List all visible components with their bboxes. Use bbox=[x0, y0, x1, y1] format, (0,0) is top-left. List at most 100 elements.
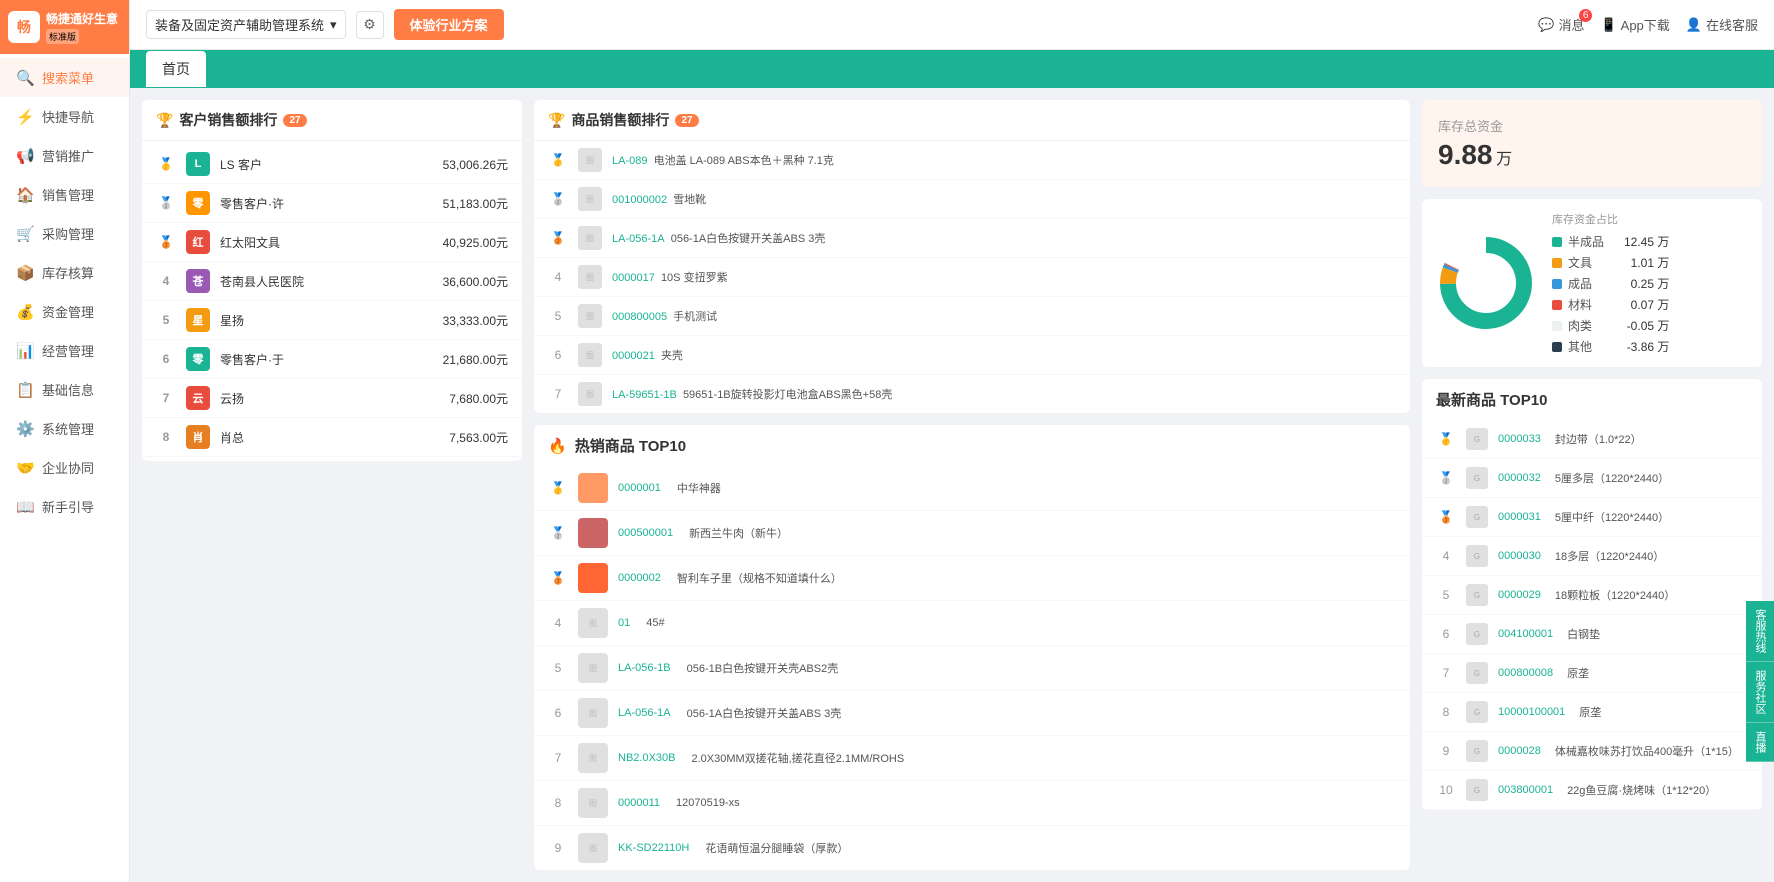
new-name: 18颗粒板（1220*2440） bbox=[1555, 587, 1748, 603]
new-product-item: 7 G 000800008 原垄 bbox=[1422, 654, 1762, 693]
nav-icon-10: 🤝 bbox=[16, 459, 34, 477]
prod-rank-num: 5 bbox=[548, 309, 568, 323]
inventory-label: 库存总资金 bbox=[1438, 116, 1746, 135]
new-name: 5厘多层（1220*2440） bbox=[1555, 470, 1748, 486]
nav-item-9[interactable]: ⚙️ 系统管理 bbox=[0, 409, 129, 448]
nav-item-11[interactable]: 📖新手引导 bbox=[0, 487, 129, 526]
gear-button[interactable]: ⚙ bbox=[356, 11, 384, 39]
new-products-card: 最新商品 TOP10 🥇 G 0000033 封边带（1.0*22） 🥈 G 0… bbox=[1422, 379, 1762, 810]
nav-icon-0: 🔍 bbox=[16, 69, 34, 87]
nav-label-6: 资金管理 bbox=[42, 302, 94, 321]
legend-area: 库存资金占比 半成品 12.45 万 文具 1.01 万 成品 0.25 万 材… bbox=[1552, 211, 1669, 355]
message-btn[interactable]: 💬 消息 6 bbox=[1538, 15, 1584, 34]
rank-avatar: 苍 bbox=[186, 269, 210, 293]
legend-dot bbox=[1552, 258, 1562, 268]
nav-icon-2: 📢 bbox=[16, 147, 34, 165]
new-name: 5厘中纤（1220*2440） bbox=[1555, 509, 1748, 525]
nav-item-5[interactable]: 📦库存核算 bbox=[0, 253, 129, 292]
nav-item-3[interactable]: 🏠销售管理 bbox=[0, 175, 129, 214]
tab-home[interactable]: 首页 bbox=[146, 51, 206, 87]
legend-dot bbox=[1552, 342, 1562, 352]
rank-amount: 7,563.00元 bbox=[449, 429, 508, 446]
trial-button[interactable]: 体验行业方案 bbox=[394, 9, 504, 40]
new-name: 封边带（1.0*22） bbox=[1555, 431, 1748, 447]
customer-rank-item: 6 零 零售客户·于 21,680.00元 bbox=[142, 340, 522, 379]
new-prod-img: G bbox=[1466, 701, 1488, 723]
hot-rank-num: 🥈 bbox=[548, 526, 568, 540]
system-name: 装备及固定资产辅助管理系统 bbox=[155, 15, 324, 34]
donut-chart bbox=[1436, 233, 1536, 333]
prod-img: 图 bbox=[578, 382, 602, 406]
message-icon: 💬 bbox=[1538, 17, 1554, 33]
app-download-btn[interactable]: 📱 App下载 bbox=[1600, 15, 1669, 34]
nav-item-4[interactable]: 🛒采购管理 bbox=[0, 214, 129, 253]
nav-icon-9: ⚙️ bbox=[16, 420, 34, 438]
prod-info: LA-056-1A 056-1A白色按键开关盖ABS 3壳 bbox=[612, 230, 1396, 246]
rank-number: 🥈 bbox=[156, 196, 176, 210]
hot-products-title: 🔥 热销商品 TOP10 bbox=[534, 425, 1410, 466]
hot-rank-num: 6 bbox=[548, 706, 568, 720]
new-rank-num: 5 bbox=[1436, 588, 1456, 602]
hot-name: 2.0X30MM双搓花轴,搓花直径2.1MM/ROHS bbox=[691, 750, 904, 766]
new-name: 原垄 bbox=[1567, 665, 1748, 681]
float-btn-1[interactable]: 服务社区 bbox=[1746, 662, 1774, 723]
nav-item-10[interactable]: 🤝企业协同 bbox=[0, 448, 129, 487]
nav-item-2[interactable]: 📢营销推广 bbox=[0, 136, 129, 175]
nav-item-6[interactable]: 💰资金管理 bbox=[0, 292, 129, 331]
hot-prod-item: 6 图 LA-056-1A 056-1A白色按键开关盖ABS 3壳 bbox=[534, 691, 1410, 736]
legend-value: 12.45 万 bbox=[1624, 233, 1669, 250]
hot-rank-num: 8 bbox=[548, 796, 568, 810]
app-icon: 📱 bbox=[1600, 17, 1616, 33]
rank-name: 零售客户·许 bbox=[220, 195, 433, 212]
new-rank-num: 🥈 bbox=[1436, 471, 1456, 485]
hot-prod-placeholder: 图 bbox=[578, 788, 608, 818]
new-products-list: 🥇 G 0000033 封边带（1.0*22） 🥈 G 0000032 5厘多层… bbox=[1422, 420, 1762, 810]
nav-item-0[interactable]: 🔍搜索菜单 bbox=[0, 58, 129, 97]
hot-name: 中华神器 bbox=[677, 480, 721, 496]
hot-prod-item: 🥉 0000002 智利车子里（规格不知道填什么） bbox=[534, 556, 1410, 601]
prod-code: 0000017 10S 变扭罗紫 bbox=[612, 269, 1396, 285]
hot-name: 花语萌恒温分腿睡袋（厚款） bbox=[705, 840, 848, 856]
float-btn-2[interactable]: 直播 bbox=[1746, 723, 1774, 762]
dropdown-icon: ▾ bbox=[330, 17, 337, 33]
float-btn-0[interactable]: 客服热线 bbox=[1746, 601, 1774, 662]
new-prod-img: G bbox=[1466, 428, 1488, 450]
prod-img: 图 bbox=[578, 304, 602, 328]
float-buttons: 客服热线服务社区直播 bbox=[1746, 601, 1774, 762]
nav-item-1[interactable]: ⚡快捷导航 bbox=[0, 97, 129, 136]
product-rank-item: 5 图 000800005 手机测试 bbox=[534, 297, 1410, 336]
new-prod-img: G bbox=[1466, 662, 1488, 684]
legend-name: 半成品 bbox=[1568, 233, 1618, 250]
system-selector[interactable]: 装备及固定资产辅助管理系统 ▾ bbox=[146, 10, 346, 39]
nav-icon-3: 🏠 bbox=[16, 186, 34, 204]
new-product-item: 🥈 G 0000032 5厘多层（1220*2440） bbox=[1422, 459, 1762, 498]
legend-dot bbox=[1552, 237, 1562, 247]
service-label: 在线客服 bbox=[1706, 15, 1758, 34]
nav-item-8[interactable]: 📋基础信息 bbox=[0, 370, 129, 409]
hot-rank-num: 🥉 bbox=[548, 571, 568, 585]
legend-dot bbox=[1552, 300, 1562, 310]
topbar-right: 💬 消息 6 📱 App下载 👤 在线客服 bbox=[1538, 15, 1758, 34]
new-name: 18多层（1220*2440） bbox=[1555, 548, 1748, 564]
nav-label-9: 系统管理 bbox=[42, 419, 94, 438]
hot-prod-thumbnail bbox=[578, 563, 608, 593]
new-code: 0000030 bbox=[1498, 550, 1541, 562]
rank-avatar: 零 bbox=[186, 347, 210, 371]
rank-amount: 40,925.00元 bbox=[443, 234, 508, 251]
prod-code: LA-59651-1B 59651-1B旋转投影灯电池盒ABS黑色+58壳 bbox=[612, 386, 1396, 402]
rank-amount: 36,600.00元 bbox=[443, 273, 508, 290]
new-name: 体械嘉枚味苏打饮品400毫升（1*15） bbox=[1555, 743, 1748, 759]
legend-dot bbox=[1552, 279, 1562, 289]
nav-item-7[interactable]: 📊经营管理 bbox=[0, 331, 129, 370]
rank-amount: 53,006.26元 bbox=[443, 156, 508, 173]
prod-info: 000800005 手机测试 bbox=[612, 308, 1396, 324]
prod-img: 图 bbox=[578, 187, 602, 211]
product-rank-item: 🥉 图 LA-056-1A 056-1A白色按键开关盖ABS 3壳 bbox=[534, 219, 1410, 258]
online-service-btn[interactable]: 👤 在线客服 bbox=[1686, 15, 1758, 34]
hot-prod-placeholder: 图 bbox=[578, 833, 608, 863]
new-rank-num: 🥇 bbox=[1436, 432, 1456, 446]
nav-label-1: 快捷导航 bbox=[42, 107, 94, 126]
new-prod-img: G bbox=[1466, 506, 1488, 528]
new-products-title: 最新商品 TOP10 bbox=[1422, 379, 1762, 420]
new-code: 0000032 bbox=[1498, 472, 1541, 484]
